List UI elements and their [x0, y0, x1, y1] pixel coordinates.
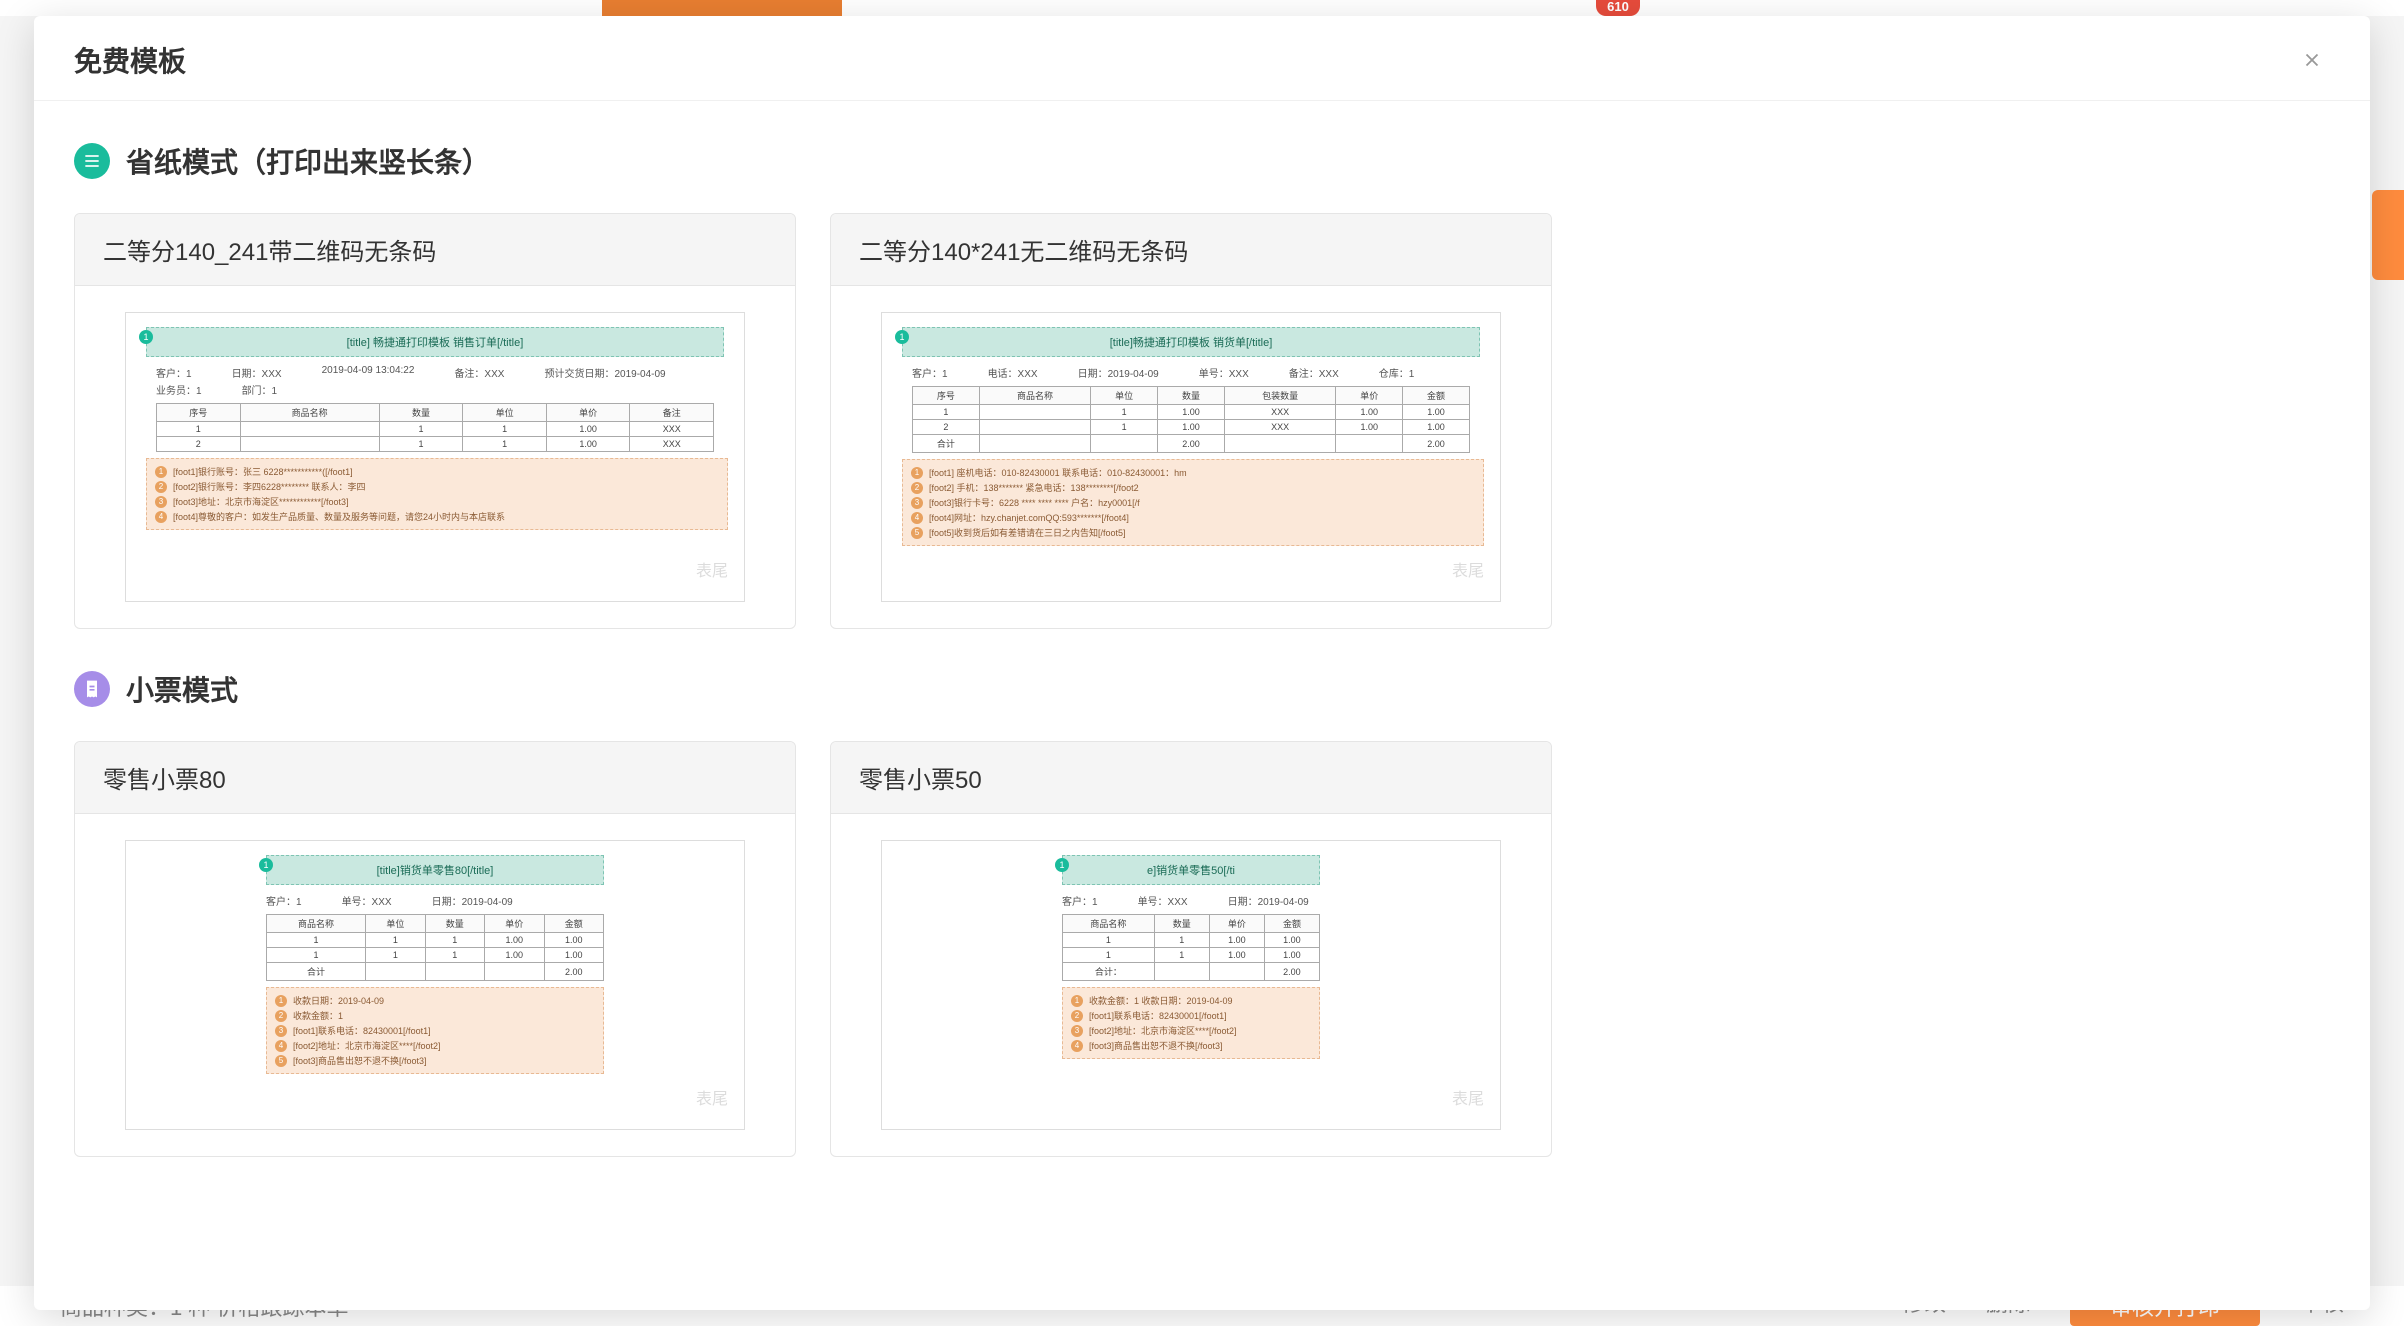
- section-header: 小票模式: [74, 669, 2330, 709]
- template-card-body: 1[title]销货单零售80[/title] 客户：1单号：XXX日期：2019…: [75, 814, 795, 1156]
- template-card-tpl-140-241-qr[interactable]: 二等分140_241带二维码无条码 1[title] 畅捷通打印模板 销售订单[…: [74, 213, 796, 629]
- preview-footer: 1[foot1] 座机电话：010-82430001 联系电话：010-8243…: [902, 459, 1484, 546]
- template-card-body: 1e]销货单零售50[/ti 客户：1单号：XXX日期：2019-04-09 商品名…: [831, 814, 1551, 1156]
- template-card-tpl-receipt-80[interactable]: 零售小票80 1[title]销货单零售80[/title] 客户：1单号：XXX…: [74, 741, 796, 1157]
- preview-footer: 1收款金额：1 收款日期：2019-04-092[foot1]联系电话：8243…: [1062, 987, 1320, 1059]
- preview-title: 1e]销货单零售50[/ti: [1062, 855, 1320, 885]
- preview-meta: 客户：1单号：XXX日期：2019-04-09: [266, 893, 604, 908]
- backdrop-top: [0, 0, 2404, 16]
- preview-footer: 1收款日期：2019-04-092收款金额：13[foot1]联系电话：8243…: [266, 987, 604, 1074]
- template-card-title: 零售小票50: [831, 742, 1551, 814]
- preview-table: 商品名称数量单价金额111.001.00111.001.00合计：2.00: [1062, 914, 1320, 981]
- preview-watermark: 表尾: [696, 1085, 728, 1109]
- section-title: 小票模式: [126, 669, 238, 709]
- section-receipt: 小票模式 零售小票80 1[title]销货单零售80[/title] 客户：1单…: [74, 669, 2330, 1157]
- preview-title: 1[title]畅捷通打印模板 销货单[/title]: [902, 327, 1480, 357]
- template-card-title: 零售小票80: [75, 742, 795, 814]
- section-paper-save: 省纸模式（打印出来竖长条） 二等分140_241带二维码无条码 1[title]…: [74, 141, 2330, 629]
- section-title: 省纸模式（打印出来竖长条）: [126, 141, 490, 181]
- modal-title: 免费模板: [74, 40, 186, 80]
- close-button[interactable]: [2294, 42, 2330, 78]
- preview-title: 1[title]销货单零售80[/title]: [266, 855, 604, 885]
- close-icon: [2301, 49, 2323, 71]
- preview-watermark: 表尾: [696, 557, 728, 581]
- card-row: 二等分140_241带二维码无条码 1[title] 畅捷通打印模板 销售订单[…: [74, 213, 2330, 629]
- template-card-tpl-receipt-50[interactable]: 零售小票50 1e]销货单零售50[/ti 客户：1单号：XXX日期：2019-0…: [830, 741, 1552, 1157]
- template-card-title: 二等分140_241带二维码无条码: [75, 214, 795, 286]
- template-preview: 1[title] 畅捷通打印模板 销售订单[/title] 客户：1日期：XXX2…: [125, 312, 745, 602]
- notification-badge: 610: [1596, 0, 1640, 16]
- preview-table: 序号商品名称单位数量包装数量单价金额111.00XXX1.001.00211.0…: [912, 386, 1470, 453]
- template-preview: 1[title]畅捷通打印模板 销货单[/title] 客户：1电话：XXX日期：…: [881, 312, 1501, 602]
- preview-title: 1[title] 畅捷通打印模板 销售订单[/title]: [146, 327, 724, 357]
- template-modal: 免费模板 省纸模式（打印出来竖长条） 二等分140_241带二维码无条码 1[t…: [34, 16, 2370, 1310]
- preview-meta: 客户：1电话：XXX日期：2019-04-09单号：XXX备注：XXX仓库：1: [912, 365, 1470, 380]
- list-icon: [74, 143, 110, 179]
- backdrop-orange-segment: [602, 0, 842, 16]
- template-preview: 1e]销货单零售50[/ti 客户：1单号：XXX日期：2019-04-09 商品名…: [881, 840, 1501, 1130]
- section-header: 省纸模式（打印出来竖长条）: [74, 141, 2330, 181]
- modal-header: 免费模板: [34, 16, 2370, 101]
- card-row: 零售小票80 1[title]销货单零售80[/title] 客户：1单号：XXX…: [74, 741, 2330, 1157]
- template-card-tpl-140-241-noqr[interactable]: 二等分140*241无二维码无条码 1[title]畅捷通打印模板 销货单[/t…: [830, 213, 1552, 629]
- preview-footer: 1[foot1]银行账号：张三 6228***********([/foot1]…: [146, 458, 728, 530]
- preview-meta: 客户：1日期：XXX2019-04-09 13:04:22备注：XXX预计交货日…: [156, 365, 714, 397]
- preview-table: 序号商品名称数量单位单价备注1111.00XXX2111.00XXX: [156, 403, 714, 452]
- preview-table: 商品名称单位数量单价金额1111.001.001111.001.00合计2.00: [266, 914, 604, 981]
- preview-watermark: 表尾: [1452, 1085, 1484, 1109]
- template-preview: 1[title]销货单零售80[/title] 客户：1单号：XXX日期：2019…: [125, 840, 745, 1130]
- preview-meta: 客户：1单号：XXX日期：2019-04-09: [1062, 893, 1320, 908]
- template-card-body: 1[title] 畅捷通打印模板 销售订单[/title] 客户：1日期：XXX2…: [75, 286, 795, 628]
- receipt-icon: [74, 671, 110, 707]
- modal-body[interactable]: 省纸模式（打印出来竖长条） 二等分140_241带二维码无条码 1[title]…: [34, 101, 2370, 1310]
- side-tab[interactable]: [2372, 190, 2404, 280]
- template-card-body: 1[title]畅捷通打印模板 销货单[/title] 客户：1电话：XXX日期：…: [831, 286, 1551, 628]
- template-card-title: 二等分140*241无二维码无条码: [831, 214, 1551, 286]
- preview-watermark: 表尾: [1452, 557, 1484, 581]
